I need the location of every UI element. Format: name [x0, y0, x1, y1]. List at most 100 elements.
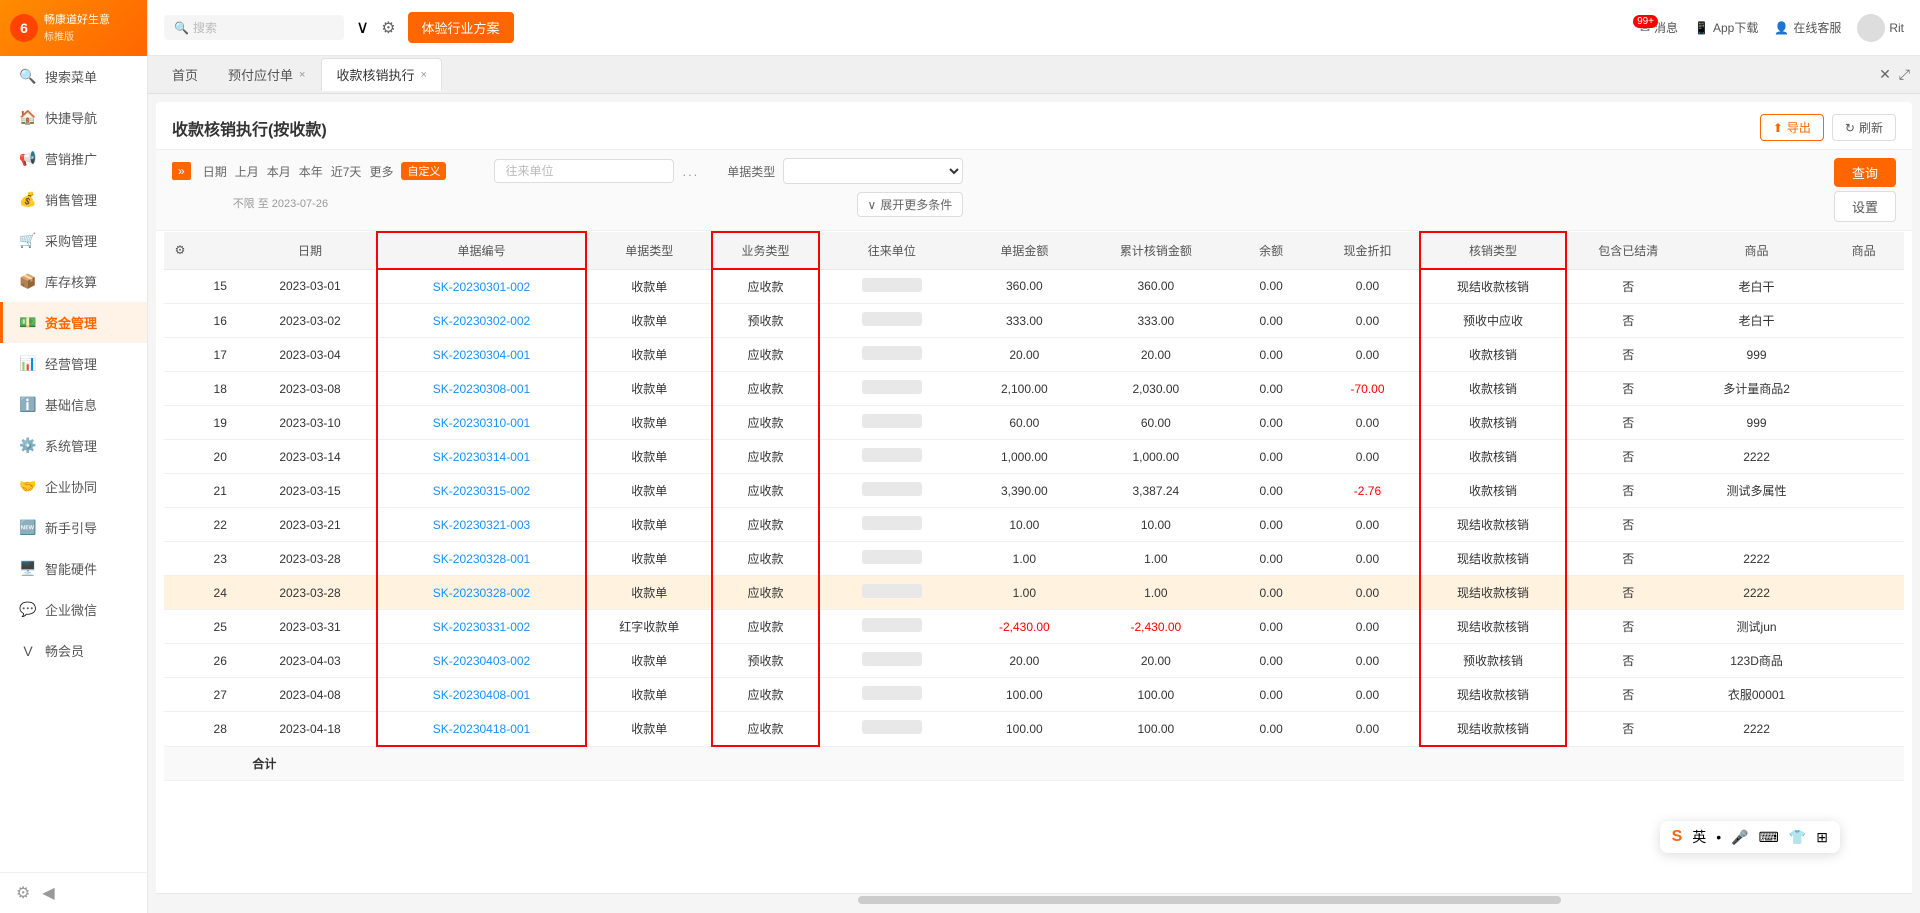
partner-input[interactable] [494, 159, 674, 183]
refresh-button[interactable]: ↻ 刷新 [1832, 114, 1896, 141]
table-row[interactable]: 16 2023-03-02 SK-20230302-002 收款单 预收款 33… [164, 304, 1904, 338]
tab-prepay-close[interactable]: × [299, 69, 305, 81]
doc-code-link[interactable]: SK-20230403-002 [433, 654, 530, 668]
doc-code-link[interactable]: SK-20230328-002 [433, 586, 530, 600]
tab-prepay[interactable]: 预付应付单 × [214, 59, 319, 90]
close-all-icon[interactable]: ✕ [1879, 66, 1891, 83]
table-row[interactable]: 25 2023-03-31 SK-20230331-002 红字收款单 应收款 … [164, 610, 1904, 644]
tab-writeoff-close[interactable]: × [420, 69, 426, 81]
doc-code-link[interactable]: SK-20230315-002 [433, 484, 530, 498]
sidebar-item-sales[interactable]: 💰 销售管理 [0, 179, 147, 220]
date-link-more[interactable]: 更多 [369, 163, 393, 180]
doc-code-link[interactable]: SK-20230308-001 [433, 382, 530, 396]
sidebar-item-inventory[interactable]: 📦 库存核算 [0, 261, 147, 302]
service-button[interactable]: 👤 在线客服 [1774, 19, 1841, 36]
cell-date: 2023-04-03 [244, 644, 376, 678]
sidebar-item-hardware[interactable]: 🖥️ 智能硬件 [0, 548, 147, 589]
doc-code-link[interactable]: SK-20230314-001 [433, 450, 530, 464]
hardware-icon: 🖥️ [19, 560, 37, 577]
sidebar-item-guide[interactable]: 🆕 新手引导 [0, 507, 147, 548]
cell-write-type: 现结收款核销 [1420, 542, 1565, 576]
filter-row-date: 日期 上月 本月 本年 近7天 更多 自定义 ... 单据类型 [203, 158, 964, 184]
tab-writeoff[interactable]: 收款核销执行 × [321, 58, 441, 91]
cell-code: SK-20230308-001 [377, 372, 587, 406]
table-row[interactable]: 23 2023-03-28 SK-20230328-001 收款单 应收款 1.… [164, 542, 1904, 576]
doc-code-link[interactable]: SK-20230310-001 [433, 416, 530, 430]
doc-code-link[interactable]: SK-20230302-002 [433, 314, 530, 328]
cell-accum: 10.00 [1085, 508, 1227, 542]
cell-partner [819, 610, 964, 644]
sidebar-item-quicknav[interactable]: 🏠 快捷导航 [0, 97, 147, 138]
doc-code-link[interactable]: SK-20230301-002 [433, 280, 530, 294]
cell-partner [819, 304, 964, 338]
table-row[interactable]: 28 2023-04-18 SK-20230418-001 收款单 应收款 10… [164, 712, 1904, 747]
setting-button[interactable]: 设置 [1834, 191, 1896, 222]
sidebar-item-corp[interactable]: 🤝 企业协同 [0, 466, 147, 507]
table-row[interactable]: 22 2023-03-21 SK-20230321-003 收款单 应收款 10… [164, 508, 1904, 542]
horizontal-scrollbar[interactable] [156, 893, 1912, 905]
table-row[interactable]: 20 2023-03-14 SK-20230314-001 收款单 应收款 1,… [164, 440, 1904, 474]
table-row[interactable]: 21 2023-03-15 SK-20230315-002 收款单 应收款 3,… [164, 474, 1904, 508]
cell-discount: 0.00 [1316, 304, 1421, 338]
expand-conditions-button[interactable]: ∨ 展开更多条件 [857, 192, 964, 217]
filter-toggle-button[interactable]: » [172, 162, 191, 180]
doc-code-link[interactable]: SK-20230331-002 [433, 620, 530, 634]
table-row[interactable]: 24 2023-03-28 SK-20230328-002 收款单 应收款 1.… [164, 576, 1904, 610]
sidebar-item-search[interactable]: 🔍 搜索菜单 [0, 56, 147, 97]
sidebar-item-wechat[interactable]: 💬 企业微信 [0, 589, 147, 630]
logo-text: 畅康道好生意 标推版 [44, 13, 110, 42]
sidebar-item-system[interactable]: ⚙️ 系统管理 [0, 425, 147, 466]
sidebar-item-finance[interactable]: 💵 资金管理 [0, 302, 147, 343]
table-row[interactable]: 26 2023-04-03 SK-20230403-002 收款单 预收款 20… [164, 644, 1904, 678]
tab-home[interactable]: 首页 [158, 59, 212, 90]
date-link-this-month[interactable]: 本月 [267, 163, 291, 180]
ime-keyboard-icon[interactable]: ⌨ [1759, 829, 1779, 846]
th-settings[interactable]: ⚙ [164, 232, 196, 269]
expand-icon[interactable]: ⤢ [1899, 66, 1910, 83]
collapse-icon[interactable]: ◀ [42, 883, 54, 903]
ime-chinese-icon[interactable]: 英 [1692, 827, 1706, 847]
doc-code-link[interactable]: SK-20230328-001 [433, 552, 530, 566]
message-button[interactable]: ✉ 99+ 消息 [1640, 19, 1678, 36]
table-row[interactable]: 18 2023-03-08 SK-20230308-001 收款单 应收款 2,… [164, 372, 1904, 406]
date-link-prev-month[interactable]: 上月 [235, 163, 259, 180]
ime-shirt-icon[interactable]: 👕 [1789, 829, 1806, 846]
solution-button[interactable]: 体验行业方案 [408, 12, 514, 43]
cell-partner [819, 576, 964, 610]
doc-code-link[interactable]: SK-20230408-001 [433, 688, 530, 702]
settings-icon[interactable]: ⚙ [16, 883, 30, 903]
topbar-search-box[interactable]: 🔍 搜索 [164, 15, 344, 40]
sidebar-item-marketing[interactable]: 📢 营销推广 [0, 138, 147, 179]
app-download-button[interactable]: 📱 App下载 [1694, 19, 1758, 36]
sidebar-item-purchase[interactable]: 🛒 采购管理 [0, 220, 147, 261]
sidebar-item-member[interactable]: V 畅会员 [0, 630, 147, 671]
ime-mic-icon[interactable]: 🎤 [1731, 829, 1748, 846]
date-link-7days[interactable]: 近7天 [331, 163, 362, 180]
doc-code-link[interactable]: SK-20230304-001 [433, 348, 530, 362]
scrollbar-thumb[interactable] [858, 896, 1560, 904]
export-button[interactable]: ⬆ 导出 [1760, 114, 1824, 141]
cell-settings [164, 474, 196, 508]
table-row[interactable]: 15 2023-03-01 SK-20230301-002 收款单 应收款 36… [164, 269, 1904, 304]
table-row[interactable]: 27 2023-04-08 SK-20230408-001 收款单 应收款 10… [164, 678, 1904, 712]
cell-doc-type: 收款单 [586, 712, 712, 747]
table-row[interactable]: 19 2023-03-10 SK-20230310-001 收款单 应收款 60… [164, 406, 1904, 440]
doc-type-select[interactable] [783, 158, 963, 184]
cell-date: 2023-03-21 [244, 508, 376, 542]
cell-biz-type: 应收款 [712, 678, 818, 712]
user-avatar[interactable]: Rit [1857, 14, 1904, 42]
doc-code-link[interactable]: SK-20230418-001 [433, 722, 530, 736]
doc-code-link[interactable]: SK-20230321-003 [433, 518, 530, 532]
sidebar-item-basic[interactable]: ℹ️ 基础信息 [0, 384, 147, 425]
gear-icon[interactable]: ⚙ [381, 18, 395, 38]
cell-code: SK-20230304-001 [377, 338, 587, 372]
date-link-this-year[interactable]: 本年 [299, 163, 323, 180]
date-custom-btn[interactable]: 自定义 [401, 162, 446, 180]
ime-grid-icon[interactable]: ⊞ [1816, 829, 1828, 846]
table-row[interactable]: 17 2023-03-04 SK-20230304-001 收款单 应收款 20… [164, 338, 1904, 372]
query-button[interactable]: 查询 [1834, 158, 1896, 187]
search-placeholder: 搜索 [193, 19, 217, 36]
cell-settings [164, 304, 196, 338]
sidebar-item-operation[interactable]: 📊 经营管理 [0, 343, 147, 384]
th-biz-type: 业务类型 [712, 232, 818, 269]
